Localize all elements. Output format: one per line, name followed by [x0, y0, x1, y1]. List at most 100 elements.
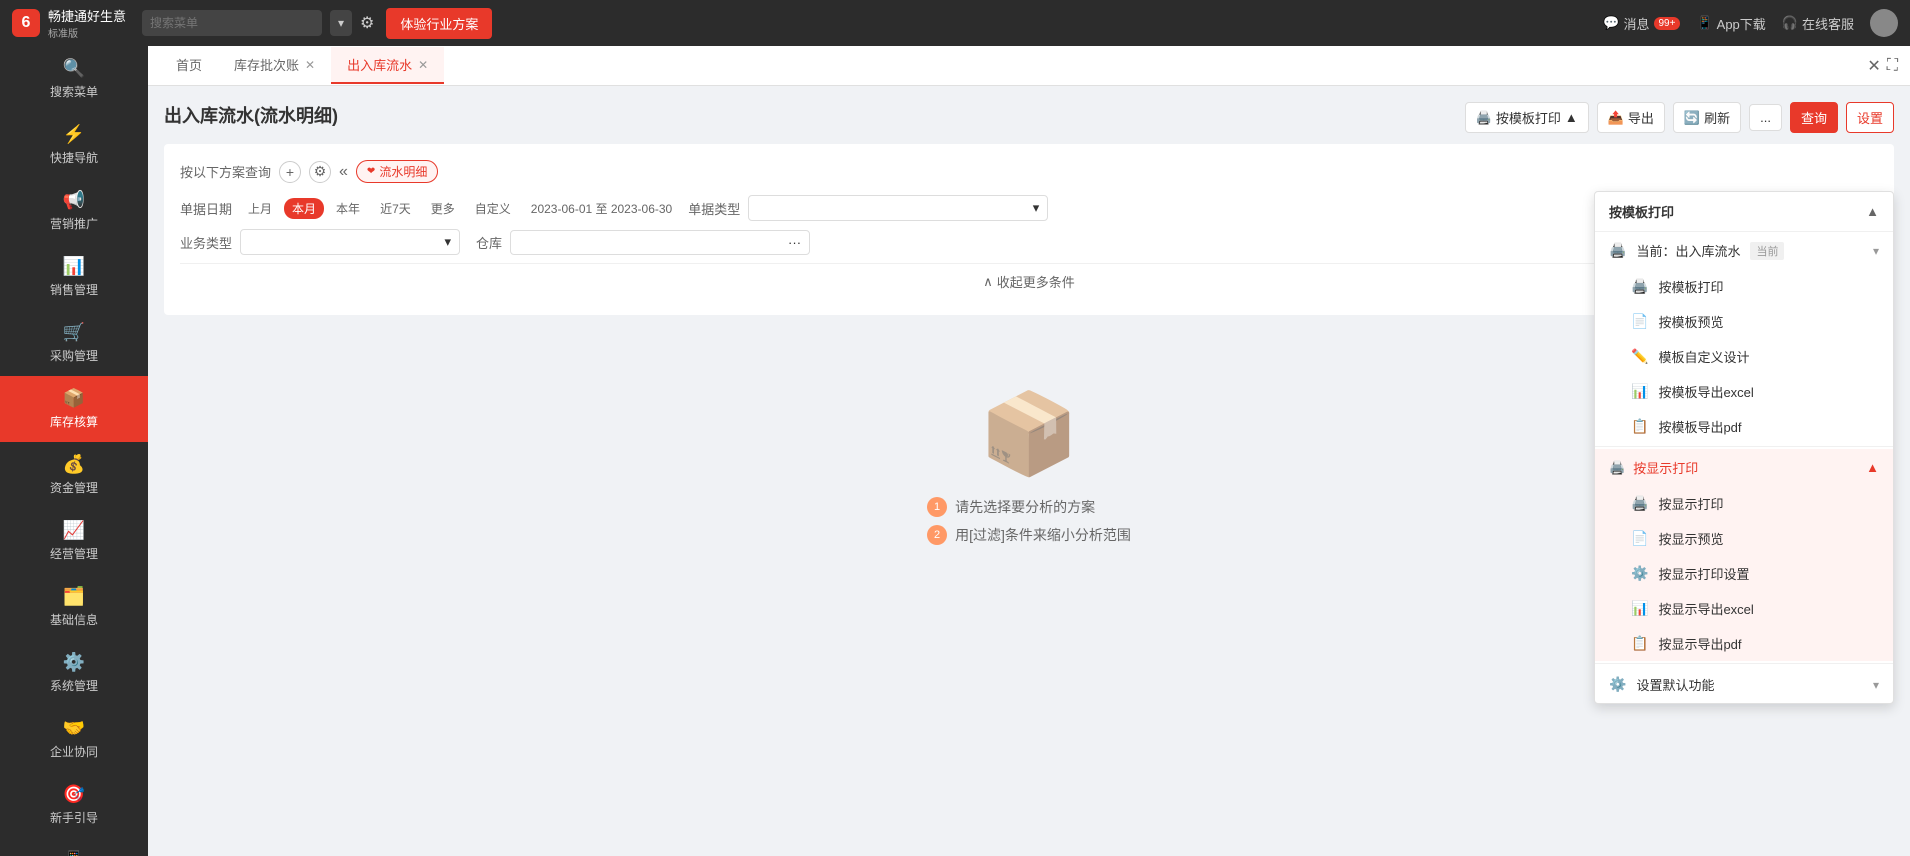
display-pdf-label: 按显示导出pdf	[1658, 634, 1741, 653]
sidebar-item-label-basic: 基础信息	[50, 611, 98, 628]
chip-label: 流水明细	[379, 163, 427, 180]
sidebar-item-label-marketing: 营销推广	[50, 215, 98, 232]
tab-flow-label: 出入库流水	[347, 55, 412, 74]
export-label: 导出	[1628, 108, 1654, 127]
user-avatar[interactable]	[1870, 9, 1898, 37]
dropdown-panel: 按模板打印 ▲ 🖨️ 当前：出入库流水 当前 ▾ 🖨️ 按模板打印 📄 按模板预…	[1594, 191, 1894, 704]
query-btn[interactable]: 查询	[1790, 102, 1838, 133]
tab-batch-close[interactable]: ✕	[305, 58, 315, 72]
sidebar: 🔍 搜索菜单 ⚡ 快捷导航 📢 营销推广 📊 销售管理 🛒 采购管理 📦 库存核…	[0, 46, 148, 856]
main-layout: 🔍 搜索菜单 ⚡ 快捷导航 📢 营销推广 📊 销售管理 🛒 采购管理 📦 库存核…	[0, 46, 1910, 856]
dropdown-close-icon[interactable]: ▲	[1866, 204, 1879, 219]
date-tab-more[interactable]: 更多	[423, 198, 463, 219]
dropdown-sub-display-excel[interactable]: 📊 按显示导出excel	[1595, 591, 1893, 626]
filter-label: 按以下方案查询	[180, 162, 271, 181]
filter-collapse-btn[interactable]: «	[339, 163, 348, 181]
topbar-search-input[interactable]	[142, 10, 322, 36]
dropdown-display-section: 🖨️ 按显示打印 ▲ 🖨️ 按显示打印 📄 按显示预览 ⚙️	[1595, 449, 1893, 661]
display-print-icon: 🖨️	[1631, 495, 1648, 512]
warehouse-label: 仓库	[476, 233, 502, 252]
query-label: 查询	[1801, 108, 1827, 127]
export-icon: 📤	[1608, 110, 1624, 126]
filter-settings-btn[interactable]: ⚙	[309, 161, 331, 183]
dropdown-sub-template-excel[interactable]: 📊 按模板导出excel	[1595, 374, 1893, 409]
tab-batch[interactable]: 库存批次账 ✕	[218, 47, 331, 84]
topbar-gear-btn[interactable]: ⚙	[360, 13, 374, 33]
type-select[interactable]: ▾	[748, 195, 1048, 221]
tab-expand-icon[interactable]: ⛶	[1887, 57, 1898, 75]
sidebar-item-apps[interactable]: 📱 应用中心	[0, 838, 148, 856]
sidebar-item-operations[interactable]: 📈 经营管理	[0, 508, 148, 574]
trial-btn[interactable]: 体验行业方案	[386, 8, 492, 39]
sidebar-item-label-search: 搜索菜单	[50, 83, 98, 100]
dropdown-sub-display-preview[interactable]: 📄 按显示预览	[1595, 521, 1893, 556]
display-preview-label: 按显示预览	[1658, 529, 1723, 548]
sidebar-item-label-purchase: 采购管理	[50, 347, 98, 364]
filter-add-btn[interactable]: +	[279, 161, 301, 183]
search-icon: 🔍	[63, 58, 85, 79]
sidebar-item-shortcut[interactable]: ⚡ 快捷导航	[0, 112, 148, 178]
sidebar-item-basic[interactable]: 🗂️ 基础信息	[0, 574, 148, 640]
sidebar-item-marketing[interactable]: 📢 营销推广	[0, 178, 148, 244]
dropdown-sub-template-preview[interactable]: 📄 按模板预览	[1595, 304, 1893, 339]
sidebar-item-label-operations: 经营管理	[50, 545, 98, 562]
online-service-btn[interactable]: 🎧 在线客服	[1782, 14, 1854, 33]
display-section-header[interactable]: 🖨️ 按显示打印 ▲	[1595, 449, 1893, 486]
more-btn[interactable]: ...	[1749, 104, 1782, 131]
date-label: 单据日期	[180, 199, 232, 218]
sales-icon: 📊	[63, 256, 85, 277]
date-tab-last-month[interactable]: 上月	[240, 198, 280, 219]
sidebar-item-purchase[interactable]: 🛒 采购管理	[0, 310, 148, 376]
tab-home[interactable]: 首页	[160, 47, 218, 84]
step-num-2: 2	[927, 525, 947, 545]
export-btn[interactable]: 📤 导出	[1597, 102, 1665, 133]
warehouse-select[interactable]: ···	[510, 230, 810, 255]
dropdown-sub-display-print[interactable]: 🖨️ 按显示打印	[1595, 486, 1893, 521]
print-btn[interactable]: 🖨️ 按模板打印 ▲	[1465, 102, 1589, 133]
display-print-label: 按显示打印	[1658, 494, 1723, 513]
print-icon: 🖨️	[1476, 110, 1492, 126]
step-text-2: 用[过滤]条件来缩小分析范围	[955, 525, 1131, 545]
dropdown-divider-2	[1595, 663, 1893, 664]
settings-action-btn[interactable]: 设置	[1846, 102, 1894, 133]
dropdown-sub-template-custom[interactable]: ✏️ 模板自定义设计	[1595, 339, 1893, 374]
sidebar-item-inventory[interactable]: 📦 库存核算	[0, 376, 148, 442]
message-btn[interactable]: 💬 消息 99+	[1603, 14, 1680, 33]
dropdown-sub-display-settings[interactable]: ⚙️ 按显示打印设置	[1595, 556, 1893, 591]
tab-close-icon[interactable]: ✕	[1867, 56, 1880, 76]
filter-chip[interactable]: ❤ 流水明细	[356, 160, 438, 183]
empty-step-1: 1 请先选择要分析的方案	[927, 497, 1131, 517]
step-num-1: 1	[927, 497, 947, 517]
sidebar-item-collab[interactable]: 🤝 企业协同	[0, 706, 148, 772]
sidebar-item-guide[interactable]: 🎯 新手引导	[0, 772, 148, 838]
date-tab-current-year[interactable]: 本年	[328, 198, 368, 219]
dropdown-sub-template-print[interactable]: 🖨️ 按模板打印	[1595, 269, 1893, 304]
business-type-select[interactable]: ▾	[240, 229, 460, 255]
type-label: 单据类型	[688, 199, 740, 218]
date-tab-current-month[interactable]: 本月	[284, 198, 324, 219]
sidebar-item-finance[interactable]: 💰 资金管理	[0, 442, 148, 508]
refresh-btn[interactable]: 🔄 刷新	[1673, 102, 1741, 133]
current-arrow: ▾	[1873, 244, 1879, 258]
dropdown-item-current[interactable]: 🖨️ 当前：出入库流水 当前 ▾	[1595, 232, 1893, 269]
sidebar-item-label-finance: 资金管理	[50, 479, 98, 496]
sidebar-item-search[interactable]: 🔍 搜索菜单	[0, 46, 148, 112]
template-custom-label: 模板自定义设计	[1658, 347, 1749, 366]
online-service-label: 在线客服	[1802, 14, 1854, 33]
dropdown-item-default[interactable]: ⚙️ 设置默认功能 ▾	[1595, 666, 1893, 703]
date-tab-last7[interactable]: 近7天	[372, 198, 419, 219]
dropdown-sub-template-pdf[interactable]: 📋 按模板导出pdf	[1595, 409, 1893, 444]
current-badge: 当前	[1750, 242, 1784, 260]
topbar-dropdown-btn[interactable]: ▾	[330, 10, 352, 36]
basic-icon: 🗂️	[63, 586, 85, 607]
guide-icon: 🎯	[63, 784, 85, 805]
sidebar-item-system[interactable]: ⚙️ 系统管理	[0, 640, 148, 706]
dropdown-sub-display-pdf[interactable]: 📋 按显示导出pdf	[1595, 626, 1893, 661]
date-tab-custom[interactable]: 自定义	[467, 198, 519, 219]
dropdown-text: ▾	[338, 16, 344, 30]
sidebar-item-sales[interactable]: 📊 销售管理	[0, 244, 148, 310]
tab-flow-close[interactable]: ✕	[418, 58, 428, 72]
tab-flow[interactable]: 出入库流水 ✕	[331, 47, 444, 84]
app-download-btn[interactable]: 📱 App下载	[1696, 14, 1765, 33]
app-brand: 畅捷通好生意	[48, 6, 126, 25]
